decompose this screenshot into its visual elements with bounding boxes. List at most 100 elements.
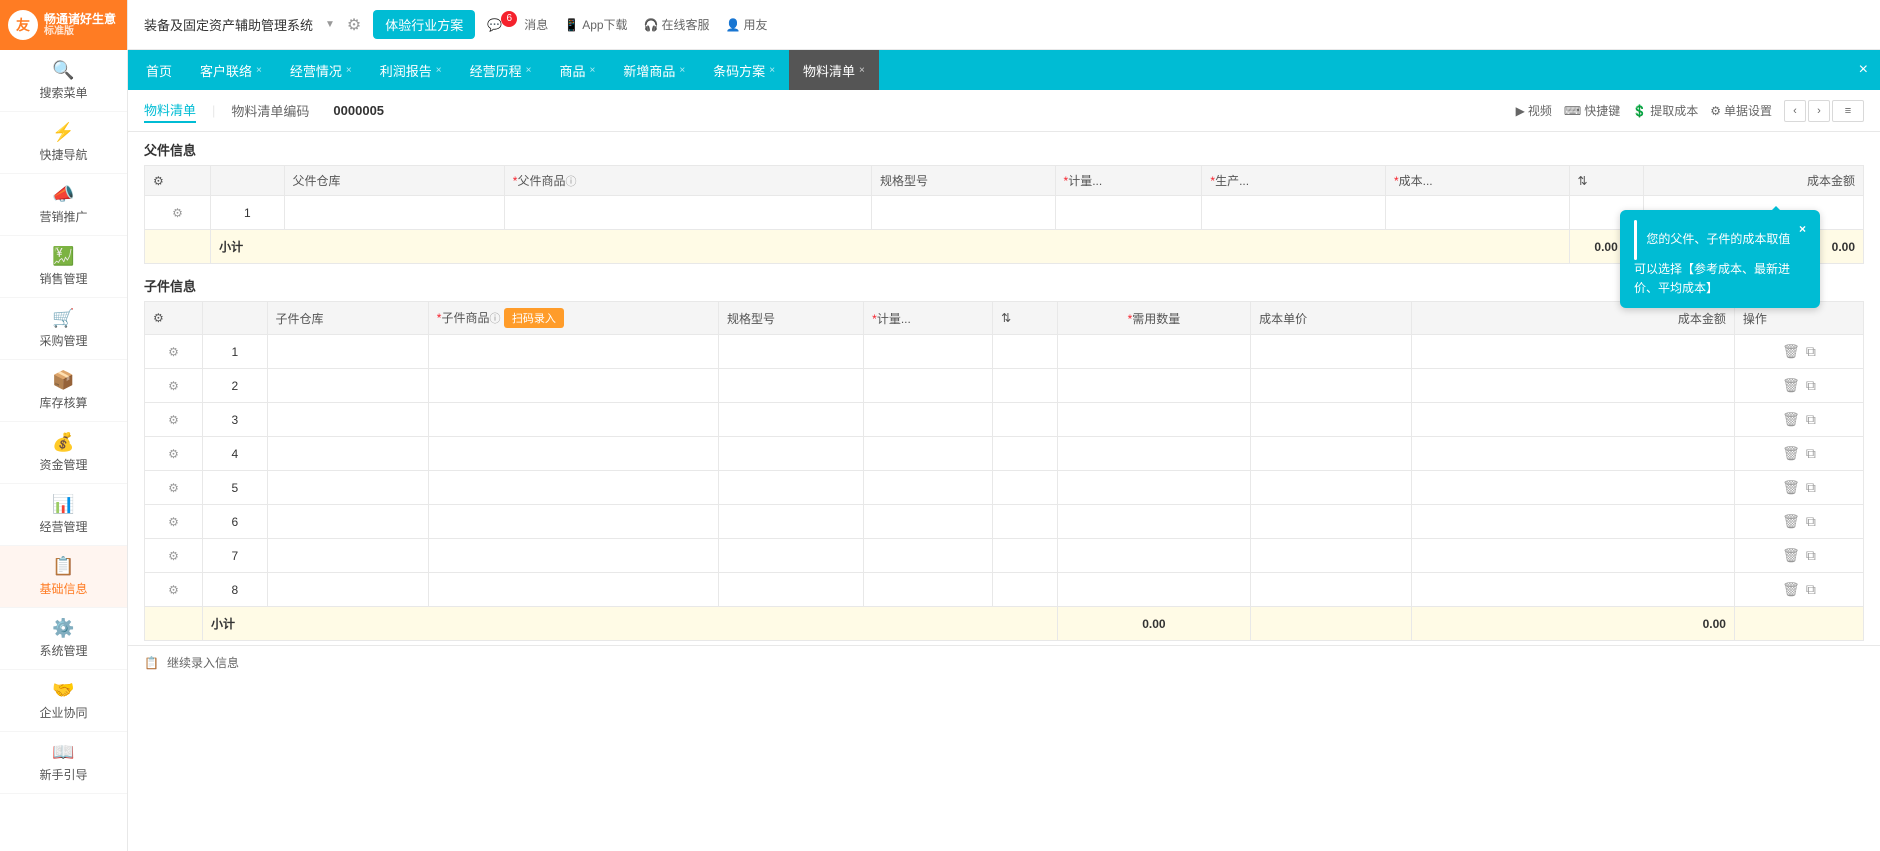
child-row-5-spec[interactable] [719, 471, 864, 505]
user-action[interactable]: 👤 用友 [726, 16, 768, 33]
child-row-4-unit[interactable] [864, 437, 993, 471]
child-row-8-extra[interactable] [993, 573, 1058, 607]
child-row-6-unit[interactable] [864, 505, 993, 539]
child-row-1-spec[interactable] [719, 335, 864, 369]
sidebar-item-5[interactable]: 📦库存核算 [0, 360, 127, 422]
child-row-3-qty[interactable] [1057, 403, 1251, 437]
sidebar-item-8[interactable]: 📋基础信息 [0, 546, 127, 608]
child-row-1-qty[interactable] [1057, 335, 1251, 369]
child-row-8-gear[interactable]: ⚙ [145, 573, 203, 607]
shortcut-btn[interactable]: ⌨ 快捷键 [1564, 102, 1620, 119]
child-row-2-unit-cost[interactable] [1251, 369, 1412, 403]
child-row-2-amount[interactable] [1412, 369, 1735, 403]
prev-arrow[interactable]: ‹ [1784, 100, 1806, 122]
child-row-7-gear[interactable]: ⚙ [145, 539, 203, 573]
child-row-3-gear[interactable]: ⚙ [145, 403, 203, 437]
child-row-5-gear[interactable]: ⚙ [145, 471, 203, 505]
copy-icon-7[interactable]: ⧉ [1806, 547, 1816, 564]
tab-close-new_goods[interactable]: × [679, 65, 685, 76]
child-row-3-extra[interactable] [993, 403, 1058, 437]
online-service-action[interactable]: 🎧 在线客服 [644, 16, 710, 33]
child-row-7-spec[interactable] [719, 539, 864, 573]
child-col-settings[interactable]: ⚙ [145, 302, 203, 335]
child-row-2-extra[interactable] [993, 369, 1058, 403]
child-row-1-amount[interactable] [1412, 335, 1735, 369]
nav-tab-bom[interactable]: 物料清单× [789, 50, 879, 90]
child-row-1-extra[interactable] [993, 335, 1058, 369]
child-row-6-qty[interactable] [1057, 505, 1251, 539]
parent-row-1-product[interactable] [504, 196, 871, 230]
child-row-6-gear[interactable]: ⚙ [145, 505, 203, 539]
child-row-3-spec[interactable] [719, 403, 864, 437]
copy-icon-8[interactable]: ⧉ [1806, 581, 1816, 598]
child-row-7-amount[interactable] [1412, 539, 1735, 573]
child-row-5-unit-cost[interactable] [1251, 471, 1412, 505]
nav-tab-customer[interactable]: 客户联络× [186, 50, 276, 90]
tab-close-history[interactable]: × [526, 65, 532, 76]
close-all-tabs[interactable]: × [1851, 61, 1876, 79]
sub-tab-bom-list[interactable]: 物料清单 [144, 98, 196, 123]
sidebar-item-11[interactable]: 📖新手引导 [0, 732, 127, 794]
delete-icon-2[interactable]: 🗑 [1782, 377, 1800, 394]
child-row-5-unit[interactable] [864, 471, 993, 505]
child-row-8-spec[interactable] [719, 573, 864, 607]
child-row-6-product[interactable] [428, 505, 718, 539]
child-row-4-extra[interactable] [993, 437, 1058, 471]
copy-icon-5[interactable]: ⧉ [1806, 479, 1816, 496]
nav-tab-ops[interactable]: 经营情况× [276, 50, 366, 90]
child-row-4-unit-cost[interactable] [1251, 437, 1412, 471]
sidebar-item-3[interactable]: 💹销售管理 [0, 236, 127, 298]
delete-icon-8[interactable]: 🗑 [1782, 581, 1800, 598]
child-row-2-product[interactable] [428, 369, 718, 403]
copy-icon-4[interactable]: ⧉ [1806, 445, 1816, 462]
child-row-1-unit[interactable] [864, 335, 993, 369]
parent-row-1-gear[interactable]: ⚙ [145, 196, 211, 230]
cost-btn[interactable]: 💲 提取成本 [1632, 102, 1698, 119]
copy-icon-2[interactable]: ⧉ [1806, 377, 1816, 394]
child-row-4-spec[interactable] [719, 437, 864, 471]
child-row-4-qty[interactable] [1057, 437, 1251, 471]
child-row-2-warehouse[interactable] [267, 369, 428, 403]
message-action[interactable]: 💬 6 消息 [487, 16, 548, 33]
child-row-2-unit[interactable] [864, 369, 993, 403]
child-row-1-unit-cost[interactable] [1251, 335, 1412, 369]
child-row-8-unit[interactable] [864, 573, 993, 607]
child-row-5-qty[interactable] [1057, 471, 1251, 505]
child-row-3-unit-cost[interactable] [1251, 403, 1412, 437]
sidebar-item-4[interactable]: 🛒采购管理 [0, 298, 127, 360]
child-row-7-unit-cost[interactable] [1251, 539, 1412, 573]
nav-tab-new_goods[interactable]: 新增商品× [609, 50, 699, 90]
list-view-btn[interactable]: ≡ [1832, 100, 1864, 122]
nav-tab-barcode[interactable]: 条码方案× [699, 50, 789, 90]
sidebar-item-6[interactable]: 💰资金管理 [0, 422, 127, 484]
child-row-6-warehouse[interactable] [267, 505, 428, 539]
scan-input-btn[interactable]: 扫码录入 [504, 308, 564, 328]
tab-close-bom[interactable]: × [859, 65, 865, 76]
next-arrow[interactable]: › [1808, 100, 1830, 122]
child-row-8-warehouse[interactable] [267, 573, 428, 607]
settings-icon[interactable]: ⚙ [347, 15, 361, 35]
delete-icon-5[interactable]: 🗑 [1782, 479, 1800, 496]
child-row-8-qty[interactable] [1057, 573, 1251, 607]
child-row-5-product[interactable] [428, 471, 718, 505]
child-row-3-product[interactable] [428, 403, 718, 437]
child-row-8-unit-cost[interactable] [1251, 573, 1412, 607]
delete-icon-7[interactable]: 🗑 [1782, 547, 1800, 564]
sidebar-item-0[interactable]: 🔍搜索菜单 [0, 50, 127, 112]
child-row-6-amount[interactable] [1412, 505, 1735, 539]
nav-tab-home[interactable]: 首页 [132, 50, 186, 90]
parent-col-sort[interactable]: ⇅ [1569, 166, 1643, 196]
child-row-1-gear[interactable]: ⚙ [145, 335, 203, 369]
child-row-3-unit[interactable] [864, 403, 993, 437]
copy-icon-6[interactable]: ⧉ [1806, 513, 1816, 530]
child-row-3-warehouse[interactable] [267, 403, 428, 437]
experience-button[interactable]: 体验行业方案 [373, 10, 475, 39]
system-dropdown[interactable]: ▼ [325, 19, 335, 30]
app-download-action[interactable]: 📱 App下载 [564, 16, 627, 33]
parent-row-1-warehouse[interactable] [284, 196, 504, 230]
delete-icon-4[interactable]: 🗑 [1782, 445, 1800, 462]
child-row-4-gear[interactable]: ⚙ [145, 437, 203, 471]
tab-close-goods[interactable]: × [589, 65, 595, 76]
delete-icon-6[interactable]: 🗑 [1782, 513, 1800, 530]
parent-row-1-unit[interactable] [1055, 196, 1202, 230]
